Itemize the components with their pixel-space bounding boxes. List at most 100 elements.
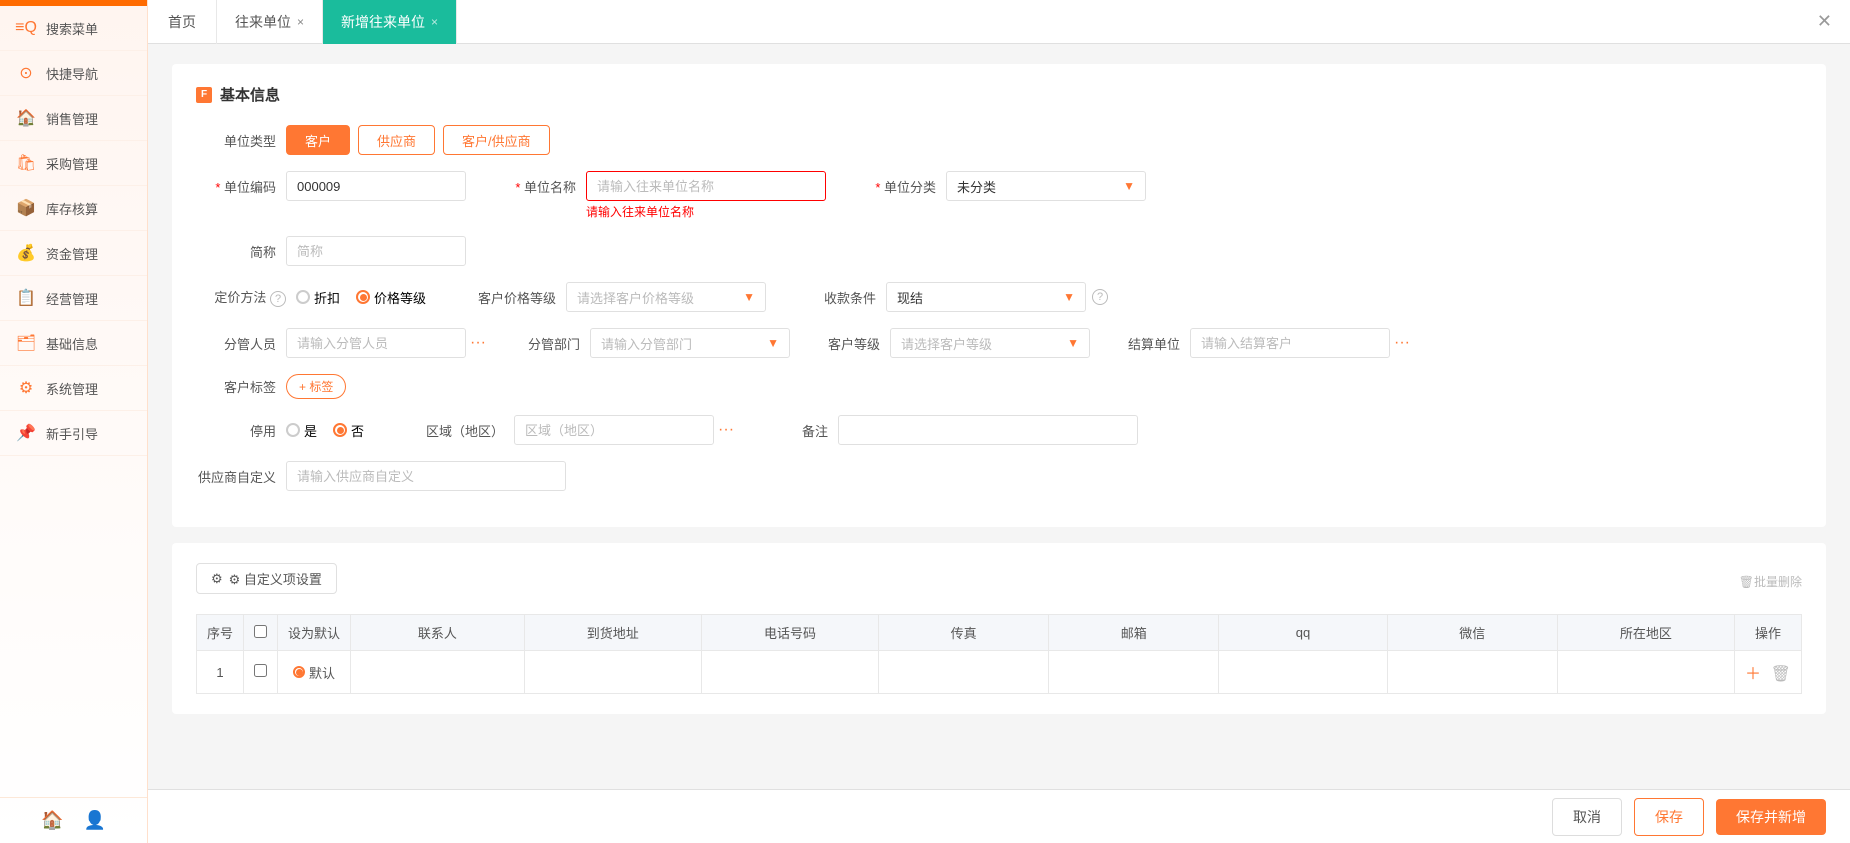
sidebar-item-search[interactable]: ≡Q 搜索菜单: [0, 6, 147, 51]
sidebar-item-guide[interactable]: 📌 新手引导: [0, 411, 147, 456]
row-default-cell: 默认: [278, 651, 351, 694]
radio-disabled-yes[interactable]: 是: [286, 421, 317, 440]
unit-type-customer-btn[interactable]: 客户: [286, 125, 350, 155]
supplier-custom-row: 供应商自定义: [196, 461, 1802, 491]
custom-settings-button[interactable]: ⚙ ⚙ 自定义项设置: [196, 563, 337, 594]
cancel-button[interactable]: 取消: [1552, 798, 1622, 836]
region-input[interactable]: [514, 415, 714, 445]
sidebar-item-quicknav[interactable]: ⊙ 快捷导航: [0, 51, 147, 96]
manager-more-btn[interactable]: ···: [466, 334, 490, 352]
batch-delete-button[interactable]: 🗑 批量删除: [1739, 573, 1802, 590]
unit-name-input[interactable]: [586, 171, 826, 201]
customer-level-arrow: ▼: [1067, 336, 1079, 350]
tab-partners[interactable]: 往来单位 ×: [217, 0, 323, 44]
sidebar-item-label: 快捷导航: [46, 64, 98, 83]
content-area: F 基本信息 单位类型 客户 供应商 客户/供应商 单位编码: [148, 44, 1850, 789]
radio-disabled-yes-label: 是: [304, 421, 317, 440]
sidebar-item-operations[interactable]: 📋 经营管理: [0, 276, 147, 321]
row-contact-cell: [351, 651, 525, 694]
unit-category-select[interactable]: 未分类 ▼: [946, 171, 1146, 201]
radio-discount[interactable]: 折扣: [296, 288, 340, 307]
row-checkbox[interactable]: [254, 664, 267, 677]
region-label: 区域（地区）: [404, 421, 514, 440]
tab-new-partner[interactable]: 新增往来单位 ×: [323, 0, 457, 44]
sidebar-item-inventory[interactable]: 📦 库存核算: [0, 186, 147, 231]
section-title: F 基本信息: [196, 84, 1802, 105]
row-email-input[interactable]: [1059, 657, 1208, 687]
tab-new-partner-label: 新增往来单位: [341, 12, 425, 32]
unit-type-row: 单位类型 客户 供应商 客户/供应商: [196, 125, 1802, 155]
short-name-input[interactable]: [286, 236, 466, 266]
sidebar-item-sales[interactable]: 🏠 销售管理: [0, 96, 147, 141]
sidebar-item-label: 销售管理: [46, 109, 98, 128]
payment-terms-help-icon[interactable]: ?: [1092, 289, 1108, 305]
row-wechat-input[interactable]: [1398, 657, 1547, 687]
tab-partners-close[interactable]: ×: [297, 15, 304, 29]
sidebar-item-label: 新手引导: [46, 424, 98, 443]
table-header: 序号 设为默认 联系人 到货地址 电话号码 传真 邮箱 qq 微信 所在地区 操…: [197, 615, 1802, 651]
customer-price-level-select[interactable]: 请选择客户价格等级 ▼: [566, 282, 766, 312]
unit-name-label: 单位名称: [496, 177, 586, 196]
add-tag-button[interactable]: + 标签: [286, 374, 346, 399]
basic-info-section: F 基本信息 单位类型 客户 供应商 客户/供应商 单位编码: [172, 64, 1826, 527]
unit-category-label: 单位分类: [856, 177, 946, 196]
col-contact: 联系人: [351, 615, 525, 651]
sidebar-item-basicinfo[interactable]: 🗂 基础信息: [0, 321, 147, 366]
unit-code-input[interactable]: [286, 171, 466, 201]
sidebar-item-system[interactable]: ⚙ 系统管理: [0, 366, 147, 411]
row-region-cell: [1557, 651, 1734, 694]
row-region-input[interactable]: [1568, 657, 1724, 687]
manager-input[interactable]: [286, 328, 466, 358]
sidebar-item-label: 经营管理: [46, 289, 98, 308]
sidebar-item-label: 基础信息: [46, 334, 98, 353]
unit-code-label: 单位编码: [196, 177, 286, 196]
radio-discount-label: 折扣: [314, 288, 340, 307]
customer-level-select[interactable]: 请选择客户等级 ▼: [890, 328, 1090, 358]
tab-home[interactable]: 首页: [148, 0, 217, 44]
radio-price-level[interactable]: 价格等级: [356, 288, 426, 307]
payment-terms-select[interactable]: 现结 ▼: [886, 282, 1086, 312]
row-default-label: 默认: [309, 663, 335, 682]
unit-type-buttons: 客户 供应商 客户/供应商: [286, 125, 550, 155]
settlement-unit-more-btn[interactable]: ···: [1390, 334, 1414, 352]
unit-type-both-btn[interactable]: 客户/供应商: [443, 125, 550, 155]
save-button[interactable]: 保存: [1634, 798, 1704, 836]
col-default: 设为默认: [278, 615, 351, 651]
settlement-unit-input[interactable]: [1190, 328, 1390, 358]
sidebar-item-label: 库存核算: [46, 199, 98, 218]
department-select[interactable]: 请输入分管部门 ▼: [590, 328, 790, 358]
row-address-input[interactable]: [535, 657, 691, 687]
custom-settings-label: ⚙ 自定义项设置: [229, 569, 322, 588]
row-default-radio[interactable]: 默认: [288, 663, 340, 682]
region-more-btn[interactable]: ···: [714, 421, 738, 439]
home-bottom-icon[interactable]: 🏠: [41, 810, 63, 831]
save-new-button[interactable]: 保存并新增: [1716, 799, 1826, 835]
tab-new-partner-close[interactable]: ×: [431, 15, 438, 29]
row-address-cell: [524, 651, 701, 694]
select-all-checkbox[interactable]: [254, 625, 267, 638]
sidebar-item-label: 采购管理: [46, 154, 98, 173]
remark-label: 备注: [778, 421, 838, 440]
customer-price-level-placeholder: 请选择客户价格等级: [577, 288, 694, 307]
tab-bar-close-button[interactable]: ✕: [1799, 11, 1850, 32]
row-delete-icon[interactable]: 🗑: [1771, 666, 1791, 683]
pricing-help-icon[interactable]: ?: [270, 291, 286, 307]
row-contact-input[interactable]: [361, 657, 514, 687]
remark-input[interactable]: [838, 415, 1138, 445]
row-qq-input[interactable]: [1229, 657, 1376, 687]
sidebar-item-finance[interactable]: 💰 资金管理: [0, 231, 147, 276]
sidebar-item-purchase[interactable]: 🛍 采购管理: [0, 141, 147, 186]
unit-category-value: 未分类: [957, 177, 996, 196]
supplier-custom-input[interactable]: [286, 461, 566, 491]
row-add-icon[interactable]: ＋: [1745, 666, 1761, 683]
batch-delete-label: 批量删除: [1754, 573, 1802, 590]
department-placeholder: 请输入分管部门: [601, 334, 692, 353]
radio-disabled-no[interactable]: 否: [333, 421, 364, 440]
row-phone-input[interactable]: [712, 657, 868, 687]
user-bottom-icon[interactable]: 👤: [84, 810, 106, 831]
col-email: 邮箱: [1049, 615, 1219, 651]
unit-type-supplier-btn[interactable]: 供应商: [358, 125, 435, 155]
unit-category-arrow: ▼: [1123, 179, 1135, 193]
sidebar-item-label: 搜索菜单: [46, 19, 98, 38]
row-fax-input[interactable]: [889, 657, 1038, 687]
